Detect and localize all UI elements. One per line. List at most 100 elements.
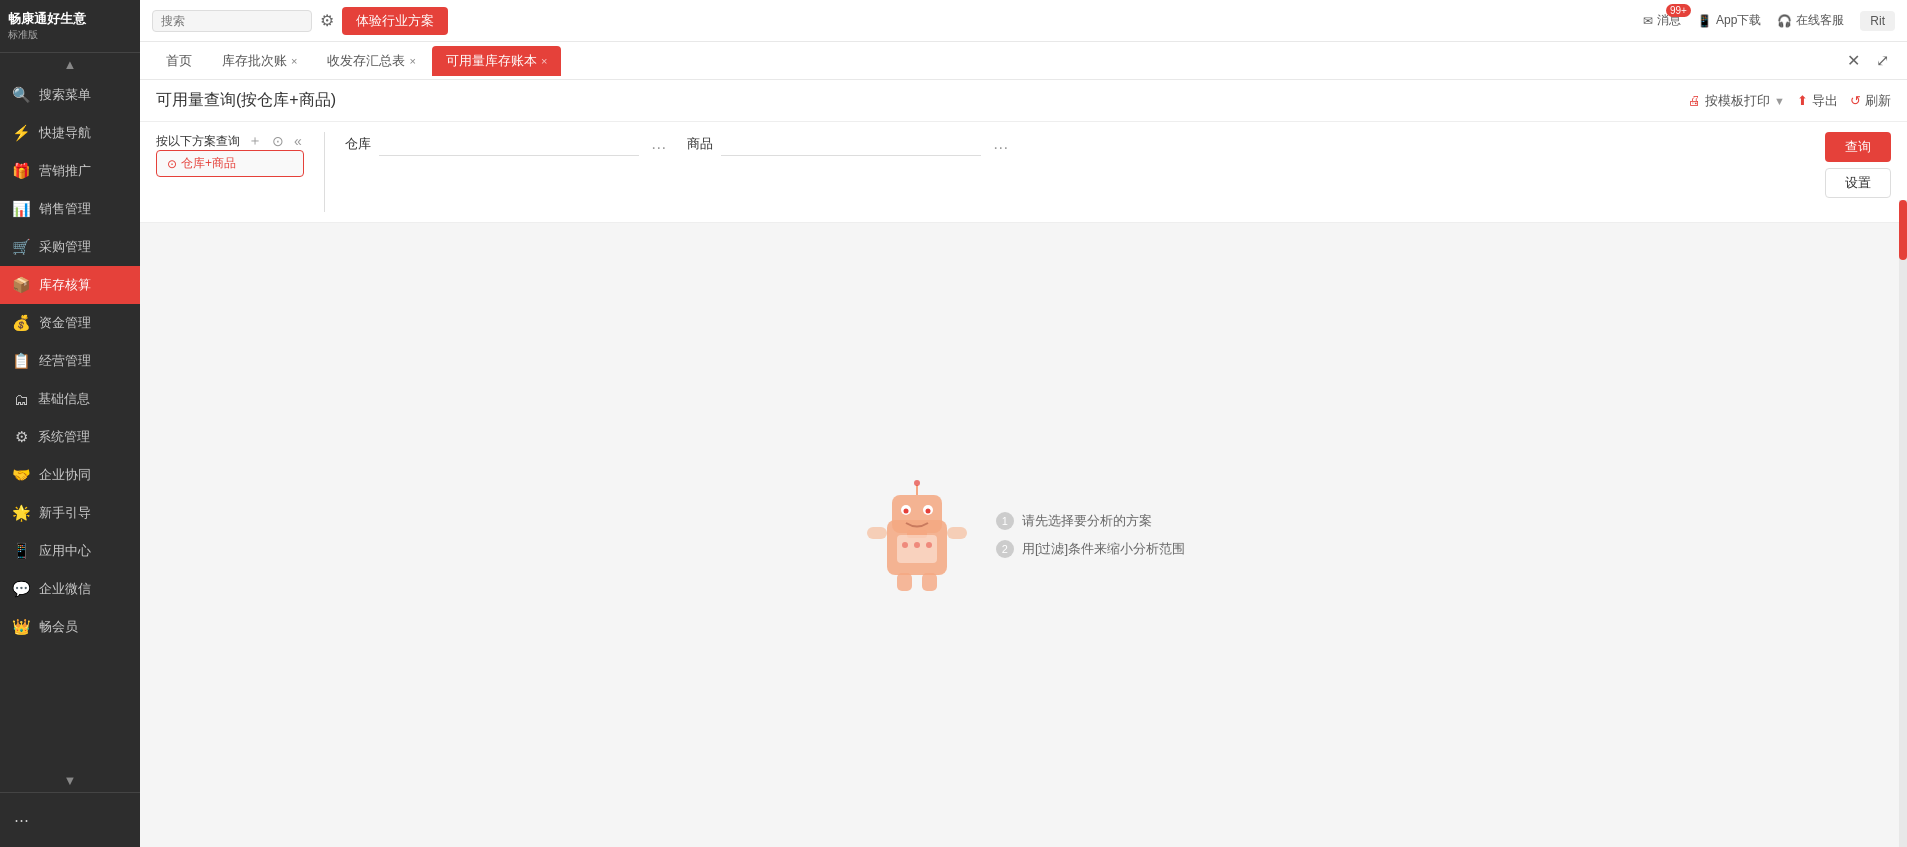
online-service-item[interactable]: 🎧 在线客服 <box>1777 12 1844 29</box>
sidebar-item-label-inventory: 库存核算 <box>39 276 91 294</box>
scrollbar-thumb[interactable] <box>1899 200 1907 260</box>
svg-point-5 <box>925 509 930 514</box>
tip-num-2: 2 <box>996 540 1014 558</box>
refresh-button[interactable]: ↺ 刷新 <box>1850 92 1891 110</box>
online-service-label: 在线客服 <box>1796 12 1844 29</box>
sidebar-item-label-search: 搜索菜单 <box>39 86 91 104</box>
sidebar-item-extra[interactable]: ⋯ <box>0 801 140 839</box>
gear-icon[interactable]: ⚙ <box>320 11 334 30</box>
right-scrollbar[interactable] <box>1899 200 1907 847</box>
tab-receipt-summary-close[interactable]: × <box>409 55 415 67</box>
scheme-item-warehouse-goods[interactable]: ⊙ 仓库+商品 <box>156 150 304 177</box>
template-print-button[interactable]: 🖨 按模板打印 ▼ <box>1688 92 1785 110</box>
tab-receipt-summary[interactable]: 收发存汇总表 × <box>313 46 429 76</box>
sidebar-bottom: ⋯ <box>0 792 140 847</box>
export-button[interactable]: ⬆ 导出 <box>1797 92 1838 110</box>
sidebar-item-wechat[interactable]: 💬 企业微信 <box>0 570 140 608</box>
app-download-item[interactable]: 📱 App下载 <box>1697 12 1761 29</box>
sidebar-item-label-quick-nav: 快捷导航 <box>39 124 91 142</box>
goods-label: 商品 <box>687 135 713 153</box>
filter-divider <box>324 132 325 212</box>
tip-text-2: 用[过滤]条件来缩小分析范围 <box>1022 540 1185 558</box>
phone-icon: 📱 <box>1697 14 1712 28</box>
tab-home-label: 首页 <box>166 52 192 70</box>
goods-more-button[interactable]: … <box>989 135 1013 153</box>
goods-field: 商品 … <box>687 132 1013 156</box>
tab-available-ledger[interactable]: 可用量库存账本 × <box>432 46 561 76</box>
funds-icon: 💰 <box>12 314 31 332</box>
settings-button[interactable]: 设置 <box>1825 168 1891 198</box>
sidebar-item-operation[interactable]: 📋 经营管理 <box>0 342 140 380</box>
tabs-bar: 首页 库存批次账 × 收发存汇总表 × 可用量库存账本 × ✕ ⤢ <box>140 42 1907 80</box>
sidebar-item-membership[interactable]: 👑 畅会员 <box>0 608 140 646</box>
goods-input[interactable] <box>721 132 981 156</box>
message-item[interactable]: ✉ 消息 99+ <box>1643 12 1681 29</box>
sidebar-item-label-marketing: 营销推广 <box>39 162 91 180</box>
sidebar-item-enterprise[interactable]: 🤝 企业协同 <box>0 456 140 494</box>
main-body: 1 请先选择要分析的方案 2 用[过滤]条件来缩小分析范围 <box>140 223 1907 847</box>
warehouse-input[interactable] <box>379 132 639 156</box>
filter-label: 按以下方案查询 <box>156 133 240 150</box>
search-input[interactable] <box>152 10 312 32</box>
sidebar-item-onboarding[interactable]: 🌟 新手引导 <box>0 494 140 532</box>
filter-schemes-container: 按以下方案查询 ＋ ⊙ « ⊙ 仓库+商品 <box>156 132 304 177</box>
warehouse-label: 仓库 <box>345 135 371 153</box>
svg-point-12 <box>914 480 920 486</box>
app-edition: 标准版 <box>8 28 132 42</box>
inventory-icon: 📦 <box>12 276 31 294</box>
sidebar-item-app-center[interactable]: 📱 应用中心 <box>0 532 140 570</box>
empty-illustration <box>862 475 972 595</box>
sidebar-nav: 🔍 搜索菜单 ⚡ 快捷导航 🎁 营销推广 📊 销售管理 🛒 采购管理 📦 库存核… <box>0 76 140 769</box>
sidebar-item-label-membership: 畅会员 <box>39 618 78 636</box>
wechat-icon: 💬 <box>12 580 31 598</box>
edit-scheme-button[interactable]: ⊙ <box>270 133 286 149</box>
scheme-icon: ⊙ <box>167 157 177 171</box>
svg-point-14 <box>902 542 908 548</box>
sidebar-item-inventory[interactable]: 📦 库存核算 <box>0 266 140 304</box>
print-icon: 🖨 <box>1688 93 1701 108</box>
warehouse-more-button[interactable]: … <box>647 135 671 153</box>
svg-rect-8 <box>897 573 912 591</box>
message-badge: 99+ <box>1666 4 1691 17</box>
tab-home[interactable]: 首页 <box>152 46 206 76</box>
app-center-icon: 📱 <box>12 542 31 560</box>
onboarding-icon: 🌟 <box>12 504 31 522</box>
trial-industry-button[interactable]: 体验行业方案 <box>342 7 448 35</box>
headset-icon: 🎧 <box>1777 14 1792 28</box>
tab-maximize-button[interactable]: ⤢ <box>1870 49 1895 72</box>
sidebar-item-system[interactable]: ⚙ 系统管理 <box>0 418 140 456</box>
sidebar-item-funds[interactable]: 💰 资金管理 <box>0 304 140 342</box>
app-name: 畅康通好生意 <box>8 10 132 28</box>
tab-batch-account[interactable]: 库存批次账 × <box>208 46 311 76</box>
message-icon: ✉ <box>1643 14 1653 28</box>
sidebar-item-quick-nav[interactable]: ⚡ 快捷导航 <box>0 114 140 152</box>
marketing-icon: 🎁 <box>12 162 31 180</box>
sidebar-item-label-enterprise: 企业协同 <box>39 466 91 484</box>
add-scheme-button[interactable]: ＋ <box>246 132 264 150</box>
sidebar-item-marketing[interactable]: 🎁 营销推广 <box>0 152 140 190</box>
sidebar-item-label-sales: 销售管理 <box>39 200 91 218</box>
sidebar-item-sales[interactable]: 📊 销售管理 <box>0 190 140 228</box>
sidebar-item-search[interactable]: 🔍 搜索菜单 <box>0 76 140 114</box>
sidebar-header: 畅康通好生意 标准版 <box>0 0 140 53</box>
query-button[interactable]: 查询 <box>1825 132 1891 162</box>
sidebar-item-label-purchase: 采购管理 <box>39 238 91 256</box>
sidebar-item-label-onboarding: 新手引导 <box>39 504 91 522</box>
svg-point-15 <box>914 542 920 548</box>
sidebar-item-purchase[interactable]: 🛒 采购管理 <box>0 228 140 266</box>
print-dropdown-icon[interactable]: ▼ <box>1774 95 1785 107</box>
sidebar-scroll-up[interactable]: ▲ <box>0 53 140 76</box>
svg-rect-7 <box>947 527 967 539</box>
user-avatar[interactable]: Rit <box>1860 11 1895 31</box>
collapse-scheme-button[interactable]: « <box>292 133 304 149</box>
page-title: 可用量查询(按仓库+商品) <box>156 90 336 111</box>
sidebar-item-label-funds: 资金管理 <box>39 314 91 332</box>
tab-batch-account-close[interactable]: × <box>291 55 297 67</box>
refresh-label: 刷新 <box>1865 92 1891 110</box>
svg-rect-13 <box>897 535 937 563</box>
sidebar-item-basic-info[interactable]: 🗂 基础信息 <box>0 380 140 418</box>
tab-available-ledger-close[interactable]: × <box>541 55 547 67</box>
page-header: 可用量查询(按仓库+商品) 🖨 按模板打印 ▼ ⬆ 导出 ↺ 刷新 <box>140 80 1907 122</box>
tab-close-button[interactable]: ✕ <box>1841 49 1866 72</box>
sidebar-scroll-down[interactable]: ▼ <box>0 769 140 792</box>
